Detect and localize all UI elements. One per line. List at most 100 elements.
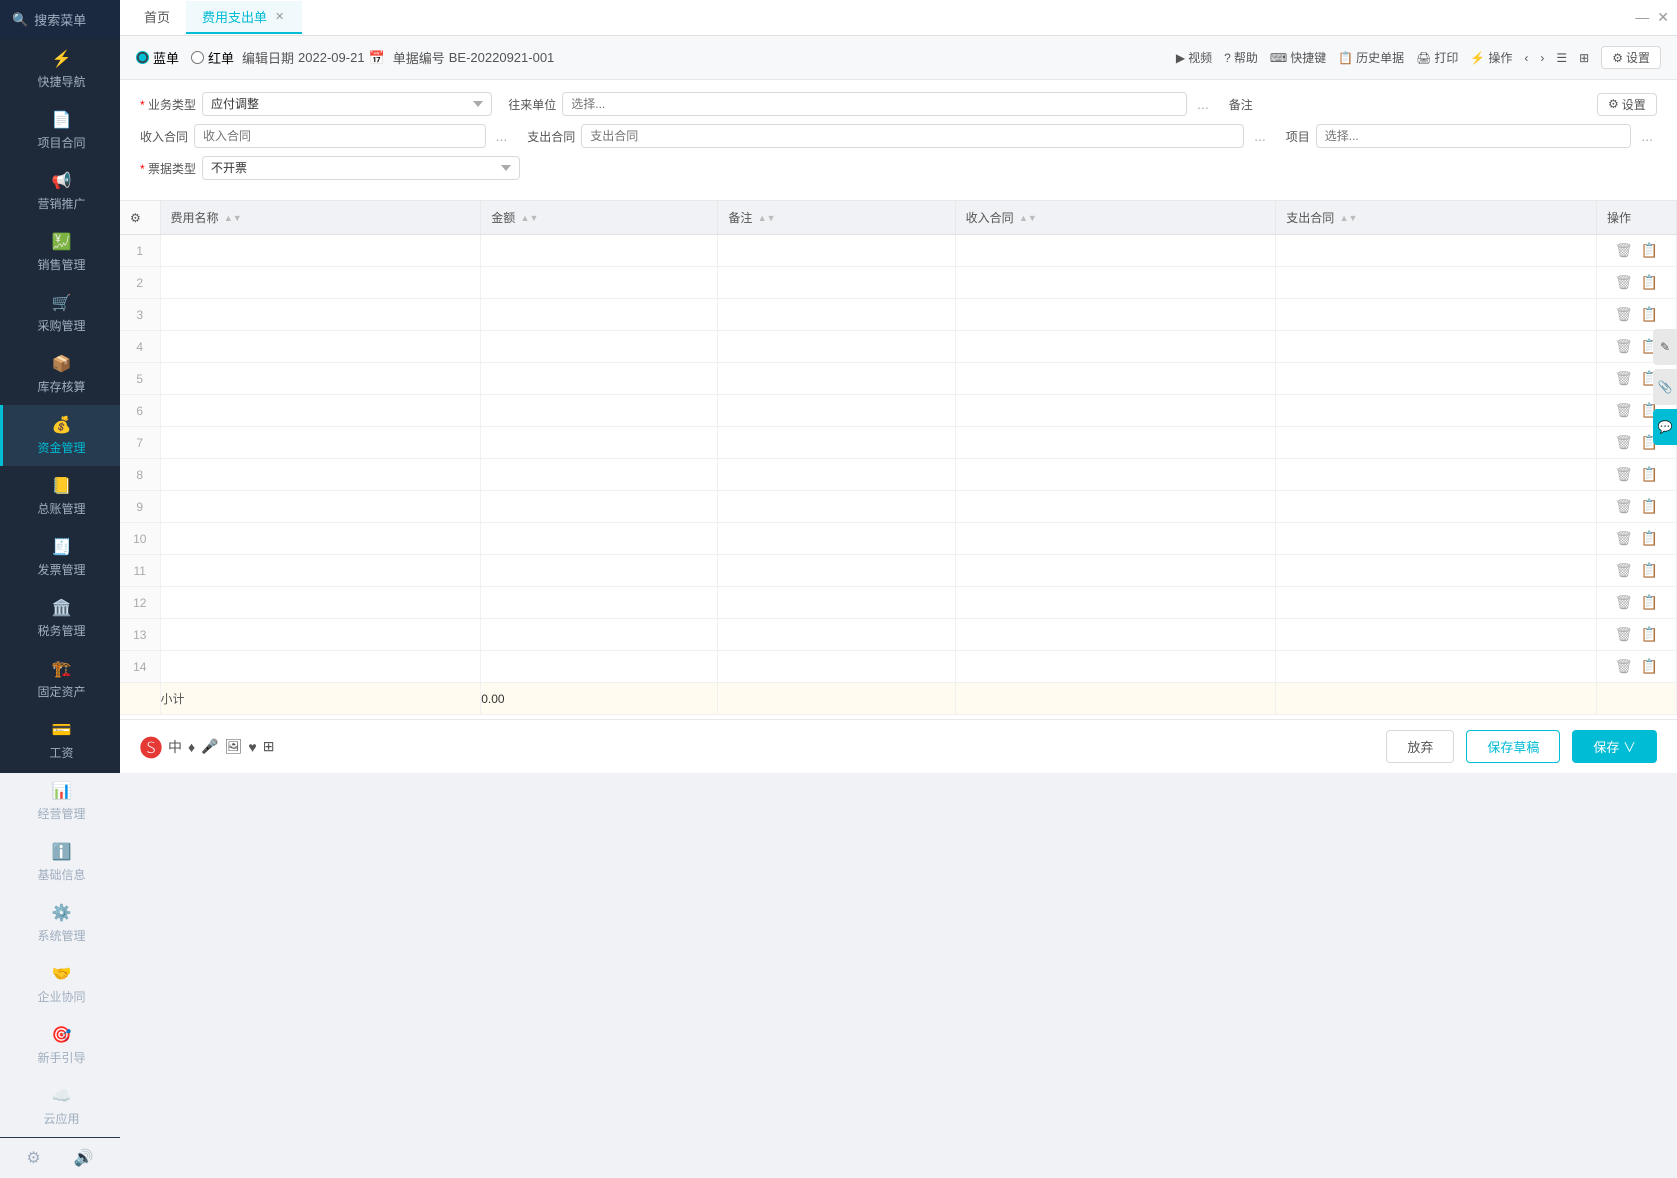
row-11-expense-contract[interactable] (1276, 555, 1597, 587)
row-10-delete-icon[interactable]: 🗑 (1615, 530, 1633, 547)
shortcuts-btn[interactable]: ⌨ 快捷键 (1270, 49, 1326, 66)
sidebar-item-sales-mgmt[interactable]: 💹 销售管理 (0, 222, 120, 283)
row-12-income-contract[interactable] (955, 587, 1276, 619)
row-1-income-contract[interactable] (955, 235, 1276, 267)
row-14-expense-name[interactable] (160, 651, 481, 683)
row-5-income-contract[interactable] (955, 363, 1276, 395)
row-7-amount[interactable] (481, 427, 718, 459)
row-9-expense-contract[interactable] (1276, 491, 1597, 523)
row-7-expense-contract[interactable] (1276, 427, 1597, 459)
row-11-income-contract[interactable] (955, 555, 1276, 587)
help-btn[interactable]: ? 帮助 (1224, 49, 1258, 66)
row-6-delete-icon[interactable]: 🗑 (1615, 402, 1633, 419)
sidebar-item-project-contract[interactable]: 📄 项目合同 (0, 100, 120, 161)
row-13-expense-contract[interactable] (1276, 619, 1597, 651)
row-13-income-contract[interactable] (955, 619, 1276, 651)
row-11-notes[interactable] (718, 555, 955, 587)
settings-button[interactable]: ⚙ 设置 (1601, 46, 1661, 69)
nav-prev-btn[interactable]: ‹ (1524, 51, 1528, 65)
row-5-amount[interactable] (481, 363, 718, 395)
row-3-copy-icon[interactable]: 📋 (1641, 306, 1658, 323)
expense-contract-input[interactable] (581, 124, 1244, 148)
view-list-btn[interactable]: ☰ (1556, 51, 1567, 65)
row-10-expense-name[interactable] (160, 523, 481, 555)
partner-input[interactable] (562, 92, 1187, 116)
video-btn[interactable]: ▶ 视频 (1176, 49, 1212, 66)
row-14-expense-contract[interactable] (1276, 651, 1597, 683)
sidebar-item-inventory[interactable]: 📦 库存核算 (0, 344, 120, 405)
sidebar-item-payroll[interactable]: 💳 工资 (0, 710, 120, 771)
project-input[interactable] (1316, 124, 1632, 148)
row-13-delete-icon[interactable]: 🗑 (1615, 626, 1633, 643)
sidebar-item-sys-mgmt[interactable]: ⚙️ 系统管理 (0, 893, 120, 954)
row-5-delete-icon[interactable]: 🗑 (1615, 370, 1633, 387)
row-2-delete-icon[interactable]: 🗑 (1615, 274, 1633, 291)
row-3-income-contract[interactable] (955, 299, 1276, 331)
nav-next-btn[interactable]: › (1540, 51, 1544, 65)
row-6-notes[interactable] (718, 395, 955, 427)
row-8-notes[interactable] (718, 459, 955, 491)
row-14-income-contract[interactable] (955, 651, 1276, 683)
row-1-notes[interactable] (718, 235, 955, 267)
row-5-notes[interactable] (718, 363, 955, 395)
row-7-expense-name[interactable] (160, 427, 481, 459)
close-icon[interactable]: ✕ (1657, 9, 1669, 26)
sidebar-item-capital-mgmt[interactable]: 💰 资金管理 (0, 405, 120, 466)
sidebar-item-invoice-mgmt[interactable]: 🧾 发票管理 (0, 527, 120, 588)
right-icon-edit[interactable]: ✎ (1653, 329, 1677, 365)
row-4-amount[interactable] (481, 331, 718, 363)
row-7-notes[interactable] (718, 427, 955, 459)
tab-expense-close[interactable]: ✕ (273, 10, 286, 23)
radio-blue-label[interactable]: 蓝单 (136, 48, 179, 67)
row-11-delete-icon[interactable]: 🗑 (1615, 562, 1633, 579)
row-12-copy-icon[interactable]: 📋 (1641, 594, 1658, 611)
form-settings-button[interactable]: ⚙ 设置 (1597, 93, 1657, 116)
row-1-delete-icon[interactable]: 🗑 (1615, 242, 1633, 259)
view-grid-btn[interactable]: ⊞ (1579, 51, 1589, 65)
calendar-icon[interactable]: 📅 (369, 50, 385, 66)
row-11-copy-icon[interactable]: 📋 (1641, 562, 1658, 579)
row-9-income-contract[interactable] (955, 491, 1276, 523)
row-7-delete-icon[interactable]: 🗑 (1615, 434, 1633, 451)
expense-contract-ellipsis[interactable]: ... (1250, 128, 1270, 144)
row-9-copy-icon[interactable]: 📋 (1641, 498, 1658, 515)
sidebar-item-fixed-assets[interactable]: 🏗️ 固定资产 (0, 649, 120, 710)
row-12-delete-icon[interactable]: 🗑 (1615, 594, 1633, 611)
right-icon-attach[interactable]: 📎 (1653, 369, 1677, 405)
history-btn[interactable]: 📋 历史单据 (1338, 49, 1404, 66)
row-4-expense-contract[interactable] (1276, 331, 1597, 363)
row-13-amount[interactable] (481, 619, 718, 651)
income-contract-input[interactable] (194, 124, 486, 148)
row-4-notes[interactable] (718, 331, 955, 363)
row-14-notes[interactable] (718, 651, 955, 683)
row-2-expense-contract[interactable] (1276, 267, 1597, 299)
row-12-amount[interactable] (481, 587, 718, 619)
row-9-amount[interactable] (481, 491, 718, 523)
row-2-notes[interactable] (718, 267, 955, 299)
sidebar-item-cloud-app[interactable]: ☁️ 云应用 (0, 1076, 120, 1137)
row-13-notes[interactable] (718, 619, 955, 651)
row-14-amount[interactable] (481, 651, 718, 683)
business-type-select[interactable]: 应付调整 (202, 92, 492, 116)
row-13-copy-icon[interactable]: 📋 (1641, 626, 1658, 643)
speaker-icon[interactable]: 🔊 (74, 1148, 94, 1168)
save-button[interactable]: 保存 ∨ (1572, 730, 1657, 763)
radio-blue[interactable] (136, 51, 149, 64)
settings-bottom-icon[interactable]: ⚙ (26, 1148, 40, 1168)
row-3-expense-name[interactable] (160, 299, 481, 331)
row-8-amount[interactable] (481, 459, 718, 491)
row-2-income-contract[interactable] (955, 267, 1276, 299)
sidebar-item-quick-nav[interactable]: ⚡ 快捷导航 (0, 39, 120, 100)
row-4-income-contract[interactable] (955, 331, 1276, 363)
row-8-income-contract[interactable] (955, 459, 1276, 491)
discard-button[interactable]: 放弃 (1386, 730, 1454, 763)
row-6-amount[interactable] (481, 395, 718, 427)
row-8-copy-icon[interactable]: 📋 (1641, 466, 1658, 483)
row-3-delete-icon[interactable]: 🗑 (1615, 306, 1633, 323)
row-10-income-contract[interactable] (955, 523, 1276, 555)
row-1-copy-icon[interactable]: 📋 (1641, 242, 1658, 259)
row-2-amount[interactable] (481, 267, 718, 299)
row-6-expense-name[interactable] (160, 395, 481, 427)
row-7-income-contract[interactable] (955, 427, 1276, 459)
sidebar-item-purchase-mgmt[interactable]: 🛒 采购管理 (0, 283, 120, 344)
